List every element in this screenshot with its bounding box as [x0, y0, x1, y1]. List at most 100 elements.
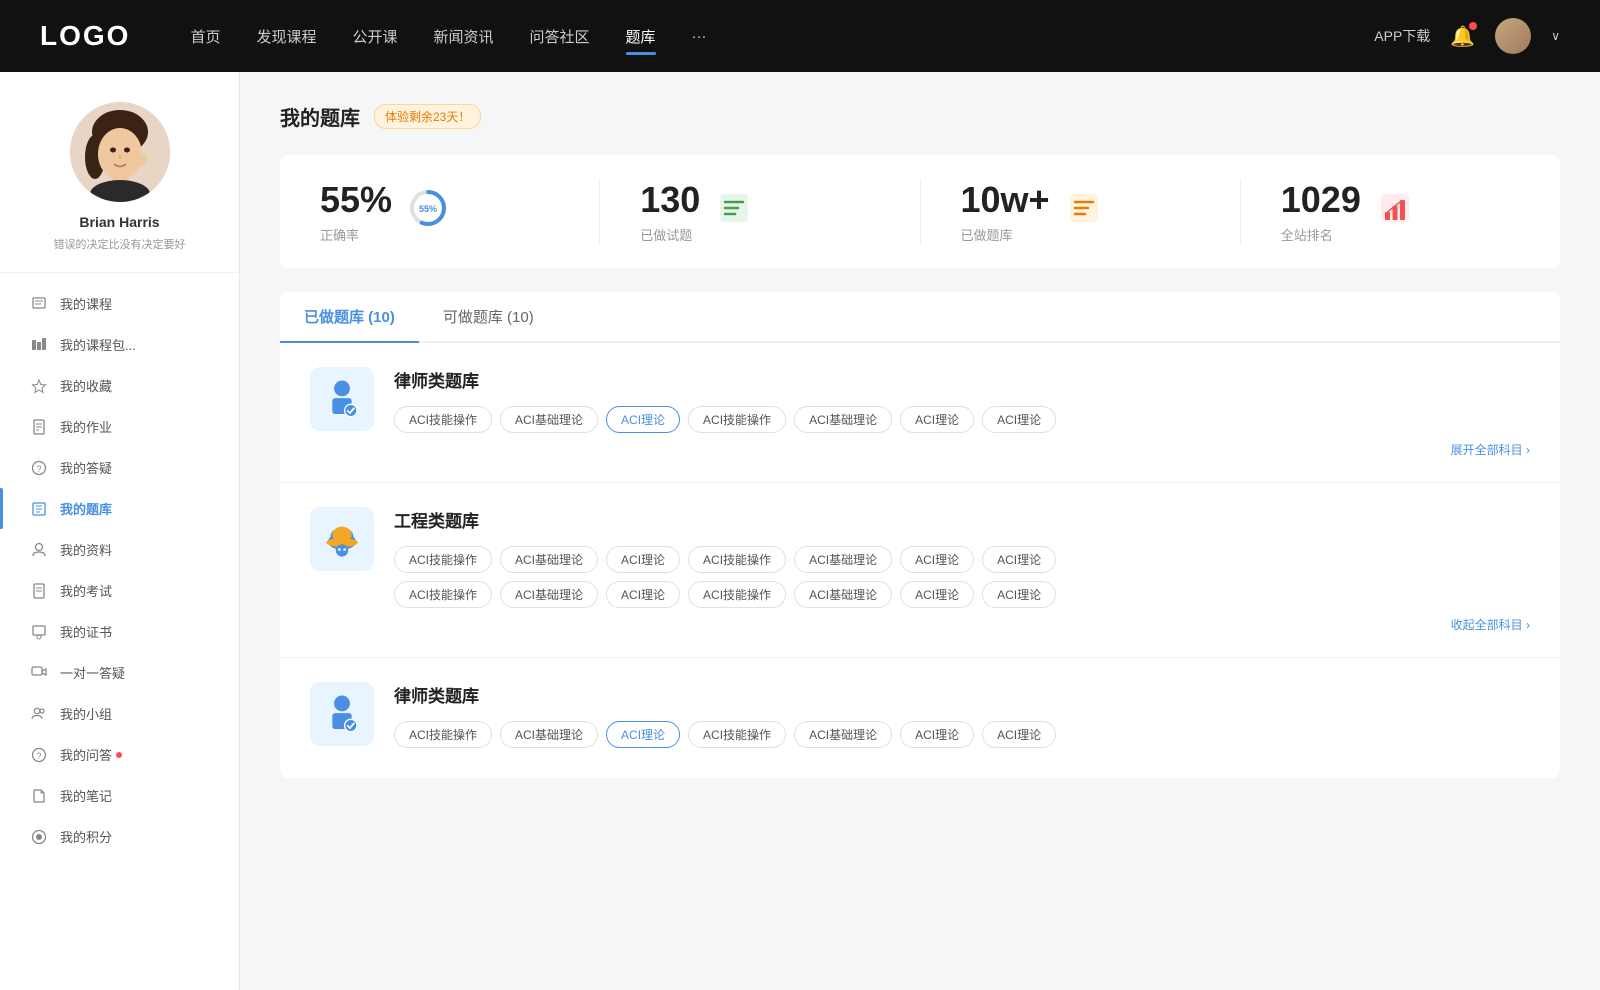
- app-download-button[interactable]: APP下载: [1374, 26, 1430, 46]
- tag-l1-1[interactable]: ACI基础理论: [500, 406, 598, 433]
- qbank-tags-row2-eng: ACI技能操作 ACI基础理论 ACI理论 ACI技能操作 ACI基础理论 AC…: [394, 581, 1530, 608]
- sidebar-item-questions[interactable]: ? 我的答疑: [0, 447, 239, 488]
- tag-l2-0[interactable]: ACI技能操作: [394, 721, 492, 748]
- collapse-btn-engineering[interactable]: 收起全部科目 ›: [394, 616, 1530, 633]
- sidebar-item-notes[interactable]: 我的笔记: [0, 775, 239, 816]
- stat-accuracy-content: 55% 正确率: [320, 179, 392, 244]
- done-questions-icon: [716, 190, 752, 233]
- qbank-list: 律师类题库 ACI技能操作 ACI基础理论 ACI理论 ACI技能操作 ACI基…: [280, 343, 1560, 778]
- notification-bell[interactable]: 🔔: [1450, 24, 1475, 49]
- nav-more[interactable]: ···: [692, 24, 707, 49]
- notes-icon: [30, 787, 48, 805]
- lawyer-svg-1: [320, 377, 364, 421]
- package-label: 我的课程包...: [60, 335, 136, 354]
- nav-qa[interactable]: 问答社区: [530, 22, 590, 51]
- sidebar-item-group[interactable]: 我的小组: [0, 693, 239, 734]
- sidebar-item-course[interactable]: 我的课程: [0, 283, 239, 324]
- tag-e-4[interactable]: ACI基础理论: [794, 546, 892, 573]
- tag-e2-5[interactable]: ACI理论: [900, 581, 974, 608]
- tab-done[interactable]: 已做题库 (10): [280, 292, 419, 341]
- eng-svg: [320, 517, 364, 561]
- package-icon: [30, 336, 48, 354]
- sidebar-profile: Brian Harris 错误的决定比没有决定要好: [0, 102, 239, 273]
- tag-l2-1[interactable]: ACI基础理论: [500, 721, 598, 748]
- stat-rank-content: 1029 全站排名: [1281, 179, 1361, 244]
- accuracy-chart-icon: 55%: [408, 188, 448, 235]
- tag-l1-6[interactable]: ACI理论: [982, 406, 1056, 433]
- qbank-info-engineering: 工程类题库 ACI技能操作 ACI基础理论 ACI理论 ACI技能操作 ACI基…: [394, 507, 1530, 633]
- stat-done-value: 130: [640, 179, 700, 221]
- sidebar-item-exam[interactable]: 我的考试: [0, 570, 239, 611]
- tag-l1-2[interactable]: ACI理论: [606, 406, 680, 433]
- tutor-icon: [30, 664, 48, 682]
- stat-accuracy: 55% 正确率 55%: [280, 179, 600, 244]
- qbank-info-lawyer-1: 律师类题库 ACI技能操作 ACI基础理论 ACI理论 ACI技能操作 ACI基…: [394, 367, 1530, 458]
- page-title: 我的题库: [280, 102, 360, 131]
- exam-label: 我的考试: [60, 581, 112, 600]
- tag-e-0[interactable]: ACI技能操作: [394, 546, 492, 573]
- expand-btn-lawyer-1[interactable]: 展开全部科目 ›: [394, 441, 1530, 458]
- notes-label: 我的笔记: [60, 786, 112, 805]
- tag-e-2[interactable]: ACI理论: [606, 546, 680, 573]
- certificate-icon: [30, 623, 48, 641]
- tag-l2-3[interactable]: ACI技能操作: [688, 721, 786, 748]
- stat-banks-label: 已做题库: [961, 225, 1050, 244]
- tag-l2-4[interactable]: ACI基础理论: [794, 721, 892, 748]
- questions-label: 我的答疑: [60, 458, 112, 477]
- user-avatar[interactable]: [1495, 18, 1531, 54]
- stat-banks-value: 10w+: [961, 179, 1050, 221]
- tutor-label: 一对一答疑: [60, 663, 125, 682]
- stat-rank: 1029 全站排名: [1241, 179, 1560, 244]
- sidebar-item-qbank[interactable]: 我的题库: [0, 488, 239, 529]
- nav-opencourse[interactable]: 公开课: [352, 22, 397, 51]
- expand-btn-text-lawyer-1: 展开全部科目 ›: [1451, 443, 1530, 457]
- tag-e2-0[interactable]: ACI技能操作: [394, 581, 492, 608]
- tag-l2-6[interactable]: ACI理论: [982, 721, 1056, 748]
- sidebar-item-profile[interactable]: 我的资料: [0, 529, 239, 570]
- sidebar-item-certificate[interactable]: 我的证书: [0, 611, 239, 652]
- tag-e-6[interactable]: ACI理论: [982, 546, 1056, 573]
- svg-text:?: ?: [36, 464, 41, 474]
- sidebar-item-points[interactable]: 我的积分: [0, 816, 239, 857]
- navbar: LOGO 首页 发现课程 公开课 新闻资讯 问答社区 题库 ··· APP下载 …: [0, 0, 1600, 72]
- stat-accuracy-value: 55%: [320, 179, 392, 221]
- tag-e-1[interactable]: ACI基础理论: [500, 546, 598, 573]
- sidebar-item-favorites[interactable]: 我的收藏: [0, 365, 239, 406]
- sidebar: Brian Harris 错误的决定比没有决定要好 我的课程 我的课程包...: [0, 72, 240, 990]
- tag-l1-5[interactable]: ACI理论: [900, 406, 974, 433]
- tag-l2-5[interactable]: ACI理论: [900, 721, 974, 748]
- tag-l1-4[interactable]: ACI基础理论: [794, 406, 892, 433]
- qbank-tags-lawyer-1: ACI技能操作 ACI基础理论 ACI理论 ACI技能操作 ACI基础理论 AC…: [394, 406, 1530, 433]
- sidebar-item-myqa[interactable]: ? 我的问答: [0, 734, 239, 775]
- tag-l1-0[interactable]: ACI技能操作: [394, 406, 492, 433]
- tag-e2-6[interactable]: ACI理论: [982, 581, 1056, 608]
- sidebar-item-homework[interactable]: 我的作业: [0, 406, 239, 447]
- page-header: 我的题库 体验剩余23天！: [280, 102, 1560, 131]
- qbank-icon: [30, 500, 48, 518]
- logo[interactable]: LOGO: [40, 20, 130, 52]
- sidebar-item-tutor[interactable]: 一对一答疑: [0, 652, 239, 693]
- nav-home[interactable]: 首页: [190, 22, 220, 51]
- tag-e2-1[interactable]: ACI基础理论: [500, 581, 598, 608]
- favorites-label: 我的收藏: [60, 376, 112, 395]
- tag-l1-3[interactable]: ACI技能操作: [688, 406, 786, 433]
- tag-e2-2[interactable]: ACI理论: [606, 581, 680, 608]
- tag-l2-2[interactable]: ACI理论: [606, 721, 680, 748]
- nav-discover[interactable]: 发现课程: [256, 22, 316, 51]
- tag-e-3[interactable]: ACI技能操作: [688, 546, 786, 573]
- nav-news[interactable]: 新闻资讯: [434, 22, 494, 51]
- nav-qbank[interactable]: 题库: [626, 22, 656, 51]
- tag-e-5[interactable]: ACI理论: [900, 546, 974, 573]
- sidebar-item-package[interactable]: 我的课程包...: [0, 324, 239, 365]
- stat-done-banks: 10w+ 已做题库: [921, 179, 1241, 244]
- favorites-icon: [30, 377, 48, 395]
- tag-e2-4[interactable]: ACI基础理论: [794, 581, 892, 608]
- tab-available[interactable]: 可做题库 (10): [419, 292, 558, 341]
- avatar-dropdown-arrow[interactable]: ∨: [1551, 29, 1560, 43]
- qbank-tags-lawyer-2: ACI技能操作 ACI基础理论 ACI理论 ACI技能操作 ACI基础理论 AC…: [394, 721, 1530, 748]
- profile-avatar: [70, 102, 170, 202]
- tag-e2-3[interactable]: ACI技能操作: [688, 581, 786, 608]
- stat-done-content: 130 已做试题: [640, 179, 700, 244]
- myqa-icon: ?: [30, 746, 48, 764]
- myqa-label: 我的问答: [60, 745, 112, 764]
